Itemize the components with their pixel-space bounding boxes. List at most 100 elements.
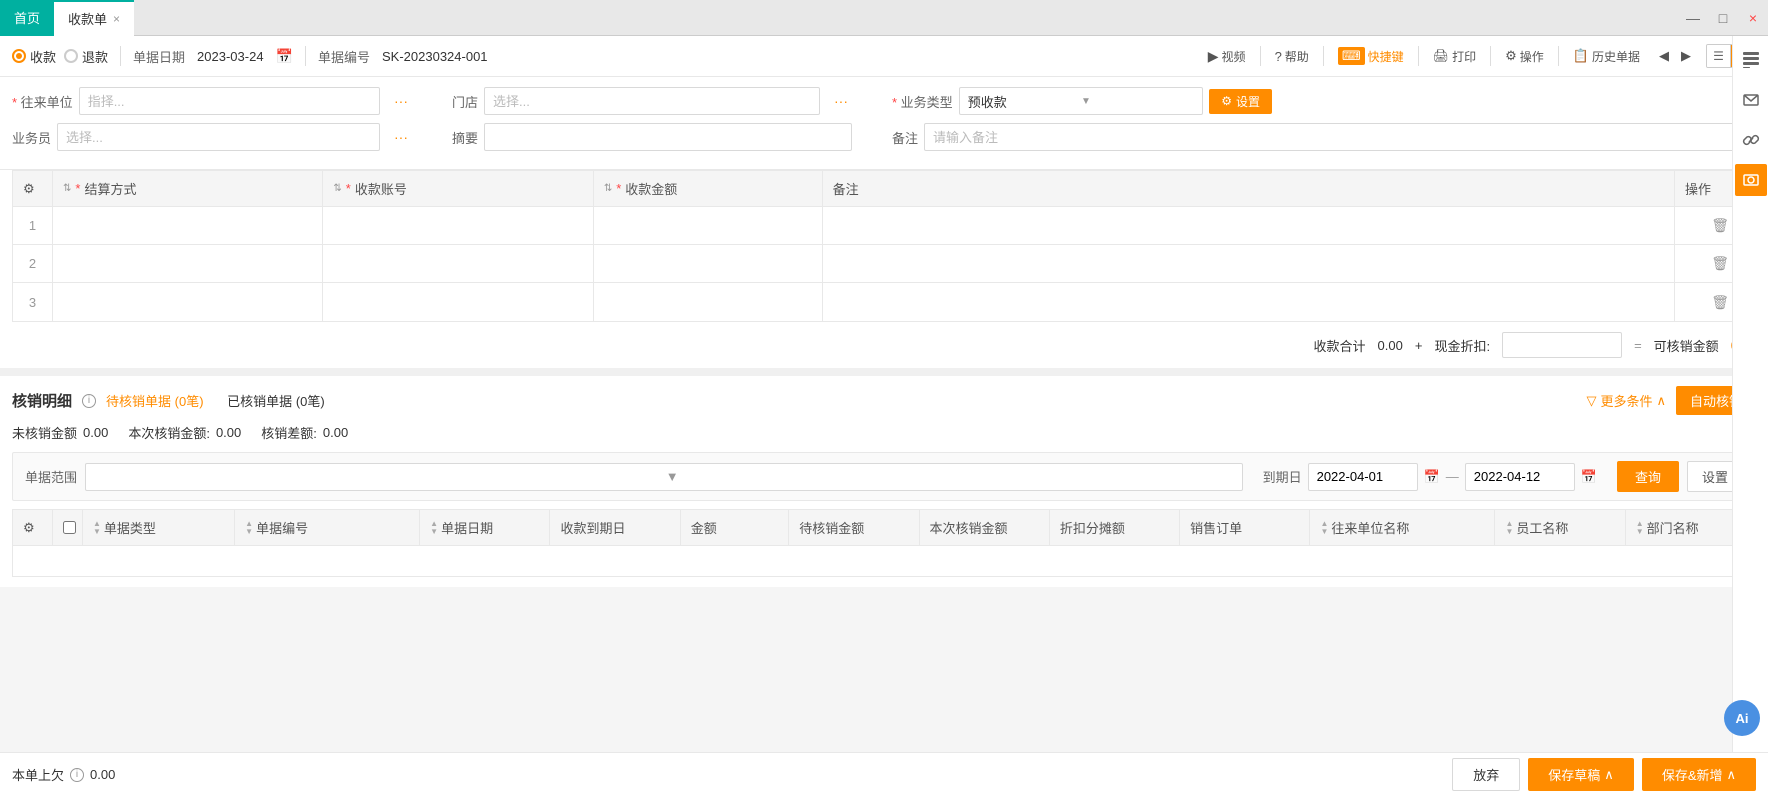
row2-method[interactable] [53,245,323,282]
date-to-input[interactable] [1465,463,1575,491]
operations-label: 操作 [1520,48,1544,65]
row-num-2: 2 [13,245,53,282]
row2-note[interactable] [823,245,1675,282]
maximize-button[interactable]: □ [1708,0,1738,36]
row1-note[interactable] [823,207,1675,244]
save-new-arrow[interactable]: ∧ [1726,767,1736,783]
gear-header[interactable]: ⚙ [13,171,53,206]
remark-field: 备注 [892,123,1756,151]
more-conditions-btn[interactable]: ▽ 更多条件 ∧ [1586,391,1666,410]
history-button[interactable]: 📋 历史单据 [1569,46,1644,67]
prev-arrow[interactable]: ◀ [1654,46,1674,66]
next-arrow[interactable]: ▶ [1676,46,1696,66]
net-label: 可核销金额 [1654,336,1719,355]
account-header: ⇅ * 收款账号 [323,171,593,206]
biz-type-field: 业务类型 预收款 ▼ ⚙ 设置 [892,87,1272,115]
verify-number-label: 单据编号 [256,518,308,537]
number-label: 单据编号 [318,47,370,66]
sidebar-table-icon[interactable] [1735,44,1767,76]
operations-icon: ⚙ [1505,48,1517,64]
shortcut-button[interactable]: ⌨ 快捷键 [1334,45,1408,67]
row2-amount[interactable] [594,245,823,282]
row3-delete-icon[interactable]: 🗑 [1711,294,1729,311]
verify-number-header: ▲▼ 单据编号 [235,510,420,545]
tab-close-icon[interactable]: × [113,12,120,26]
save-draft-arrow[interactable]: ∧ [1604,767,1614,783]
verify-discount-header: 折扣分摊额 [1050,510,1180,545]
done-tab-label: 已核销单据 [227,394,292,409]
summary-input[interactable] [484,123,852,151]
done-tab[interactable]: 已核销单据 (0笔) [227,391,325,410]
row3-account[interactable] [323,283,593,321]
settings-button[interactable]: ⚙ 设置 [1209,89,1272,114]
calendar-icon[interactable]: 📅 [276,48,293,65]
divider-6 [1490,46,1491,66]
verify-partner-label: 往来单位名称 [1331,518,1409,537]
operations-button[interactable]: ⚙ 操作 [1501,46,1548,67]
verify-gear-header[interactable]: ⚙ [13,510,53,545]
ai-badge[interactable]: Ai [1724,700,1760,736]
cal-from-icon[interactable]: 📅 [1424,469,1440,485]
staff-input[interactable] [57,123,380,151]
print-button[interactable]: 🖨 打印 [1429,46,1481,67]
form-row-1: 往来单位 ··· 门店 ··· 业务类型 预收款 ▼ ⚙ 设置 [12,87,1756,115]
verify-header-right: ▽ 更多条件 ∧ 自动核销 [1586,386,1756,415]
verify-discount-label: 折扣分摊额 [1060,518,1125,537]
list-layout-btn[interactable]: ☰ [1707,45,1731,67]
row3-amount[interactable] [594,283,823,321]
minimize-button[interactable]: — [1678,0,1708,36]
history-icon: 📋 [1573,48,1589,64]
receipt-radio[interactable]: 收款 [12,47,56,66]
biz-type-select[interactable]: 预收款 ▼ [959,87,1204,115]
discount-input[interactable] [1502,332,1622,358]
verify-order-label: 销售订单 [1190,518,1242,537]
save-draft-button[interactable]: 保存草稿 ∧ [1528,758,1634,791]
verify-info-icon[interactable]: i [82,394,96,408]
verify-amount-label: 金额 [691,518,717,537]
query-button[interactable]: 查询 [1617,461,1679,492]
bottom-info-icon[interactable]: i [70,768,84,782]
gear-icon: ⚙ [23,181,35,197]
row3-note[interactable] [823,283,1675,321]
shortcut-icon: ⌨ [1338,47,1365,65]
verify-current-label: 本次核销金额 [930,518,1008,537]
partner-more-btn[interactable]: ··· [390,93,412,109]
row3-method[interactable] [53,283,323,321]
staff-label: 业务员 [12,128,51,147]
range-select[interactable]: ▼ [85,463,1243,491]
table-row: 2 🗑 ⧉ [13,245,1755,283]
filter-row: 单据范围 ▼ 到期日 📅 — 📅 查询 设置 [12,452,1756,501]
staff-more-btn[interactable]: ··· [390,129,412,145]
pending-tab[interactable]: 待核销单据 (0笔) [106,391,204,410]
select-all-checkbox[interactable] [63,521,76,534]
row1-account[interactable] [323,207,593,244]
date-from-input[interactable] [1308,463,1418,491]
sidebar-email-icon[interactable] [1735,84,1767,116]
remark-input[interactable] [924,123,1756,151]
tab-home[interactable]: 首页 [0,0,54,36]
biz-type-arrow: ▼ [1081,96,1194,107]
abandon-button[interactable]: 放弃 [1452,758,1520,791]
verify-section: 核销明细 i 待核销单据 (0笔) 已核销单据 (0笔) ▽ 更多条件 ∧ 自动… [0,376,1768,587]
type-radio-group: 收款 退款 [12,47,108,66]
row1-amount[interactable] [594,207,823,244]
refund-radio[interactable]: 退款 [64,47,108,66]
video-button[interactable]: ▶ 视频 [1204,46,1250,67]
row2-account[interactable] [323,245,593,282]
help-button[interactable]: ? 帮助 [1271,46,1313,67]
close-button[interactable]: × [1738,0,1768,36]
partner-input[interactable] [79,87,380,115]
diff-stat: 核销差额: 0.00 [261,423,348,442]
row1-delete-icon[interactable]: 🗑 [1711,217,1729,234]
tab-receipt[interactable]: 收款单 × [54,0,134,36]
row1-method[interactable] [53,207,323,244]
store-input[interactable] [484,87,820,115]
row2-delete-icon[interactable]: 🗑 [1711,255,1729,272]
cal-to-icon[interactable]: 📅 [1581,469,1597,485]
store-more-btn[interactable]: ··· [830,93,852,109]
save-new-button[interactable]: 保存&新增 ∧ [1642,758,1756,791]
method-header-label: 结算方式 [84,179,136,198]
receipt-tab-label: 收款单 [68,9,107,28]
sidebar-link-icon[interactable] [1735,124,1767,156]
sidebar-screenshot-icon[interactable] [1735,164,1767,196]
